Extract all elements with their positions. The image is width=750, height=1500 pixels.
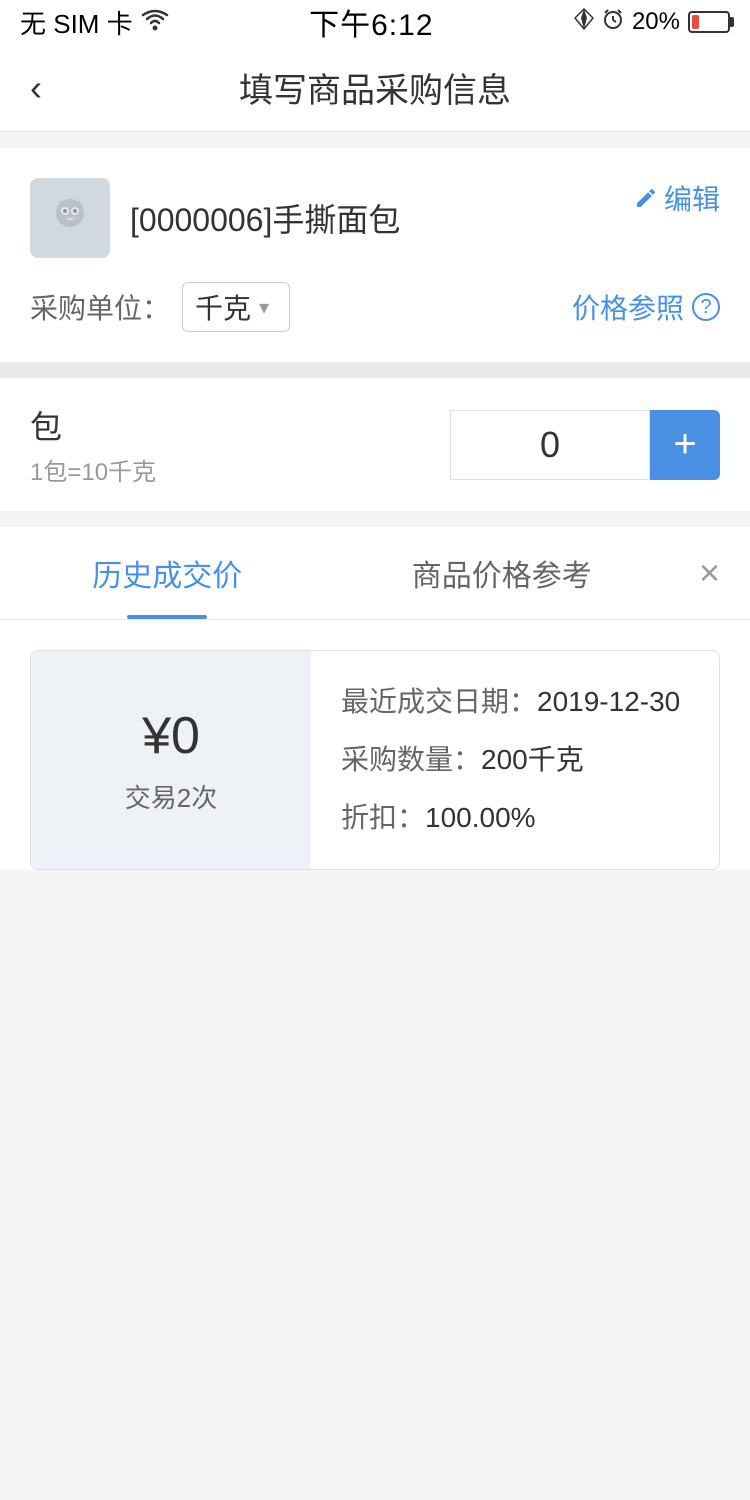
section-divider xyxy=(0,362,750,378)
battery-percent: 20% xyxy=(632,8,680,36)
tab-history-label: 历史成交价 xyxy=(92,560,242,593)
unit-row: 采购单位： 千克 ▾ 价格参照 ? xyxy=(30,282,720,332)
tab-product-label: 商品价格参考 xyxy=(412,560,592,593)
quantity-input[interactable] xyxy=(450,410,650,480)
edit-button[interactable]: 编辑 xyxy=(634,178,720,218)
carrier-text: 无 SIM 卡 xyxy=(20,4,133,41)
purchase-qty-label: 采购数量： xyxy=(341,744,481,775)
dropdown-arrow-icon: ▾ xyxy=(259,295,269,320)
price-amount: 0 xyxy=(171,707,200,765)
quantity-conversion: 1包=10千克 xyxy=(30,452,156,487)
quantity-unit: 包 xyxy=(30,402,156,448)
price-ref-label: 价格参照 xyxy=(572,287,684,327)
unit-value: 千克 xyxy=(195,287,251,327)
tab-history-price[interactable]: 历史成交价 xyxy=(0,527,334,619)
price-ref-help-icon: ? xyxy=(692,293,720,321)
edit-label: 编辑 xyxy=(664,178,720,218)
recent-date-value: 2019-12-30 xyxy=(537,686,680,717)
quantity-input-group: + xyxy=(450,410,720,480)
tab-bar: 历史成交价 商品价格参考 × xyxy=(0,527,750,620)
back-button[interactable]: ‹ xyxy=(30,57,62,119)
content-area xyxy=(0,900,750,1500)
quantity-row: 包 1包=10千克 + xyxy=(0,378,750,511)
discount-value: 100.00% xyxy=(425,802,536,833)
gps-icon xyxy=(574,8,594,37)
history-price-section: ¥0 交易2次 xyxy=(31,651,311,869)
history-card: ¥0 交易2次 最近成交日期：2019-12-30 采购数量：200千克 折扣：… xyxy=(30,650,720,870)
recent-date-row: 最近成交日期：2019-12-30 xyxy=(341,681,689,723)
status-time: 下午6:12 xyxy=(309,0,433,44)
discount-row: 折扣：100.00% xyxy=(341,797,689,839)
product-info: [0000006]手撕面包 xyxy=(30,178,400,258)
quantity-plus-button[interactable]: + xyxy=(650,410,720,480)
purchase-qty-row: 采购数量：200千克 xyxy=(341,739,689,781)
nav-bar: ‹ 填写商品采购信息 xyxy=(0,44,750,132)
trade-count: 交易2次 xyxy=(125,778,217,815)
product-header: [0000006]手撕面包 编辑 xyxy=(30,178,720,258)
tab-section: 历史成交价 商品价格参考 × ¥0 交易2次 最近成交日期：2019-12-30… xyxy=(0,527,750,870)
battery-icon xyxy=(688,11,730,33)
recent-date-label: 最近成交日期： xyxy=(341,686,537,717)
wifi-icon xyxy=(141,7,169,38)
quantity-label: 包 1包=10千克 xyxy=(30,402,156,487)
tab-close-button[interactable]: × xyxy=(669,552,750,594)
status-right: 20% xyxy=(574,8,730,37)
status-left: 无 SIM 卡 xyxy=(20,4,169,41)
price-ref-button[interactable]: 价格参照 ? xyxy=(572,287,720,327)
purchase-qty-value: 200千克 xyxy=(481,744,584,775)
history-price: ¥0 xyxy=(142,706,200,766)
status-bar: 无 SIM 卡 下午6:12 xyxy=(0,0,750,44)
history-details: 最近成交日期：2019-12-30 采购数量：200千克 折扣：100.00% xyxy=(311,651,719,869)
discount-label: 折扣： xyxy=(341,802,425,833)
page-title: 填写商品采购信息 xyxy=(239,63,511,112)
product-image xyxy=(30,178,110,258)
product-card: [0000006]手撕面包 编辑 采购单位： 千克 ▾ 价格参照 ? xyxy=(0,148,750,362)
unit-select[interactable]: 千克 ▾ xyxy=(182,282,290,332)
unit-label: 采购单位： xyxy=(30,287,170,327)
price-yuan-symbol: ¥ xyxy=(142,707,171,765)
tab-product-price[interactable]: 商品价格参考 xyxy=(334,527,668,619)
alarm-icon xyxy=(602,8,624,37)
product-name: [0000006]手撕面包 xyxy=(130,195,400,241)
